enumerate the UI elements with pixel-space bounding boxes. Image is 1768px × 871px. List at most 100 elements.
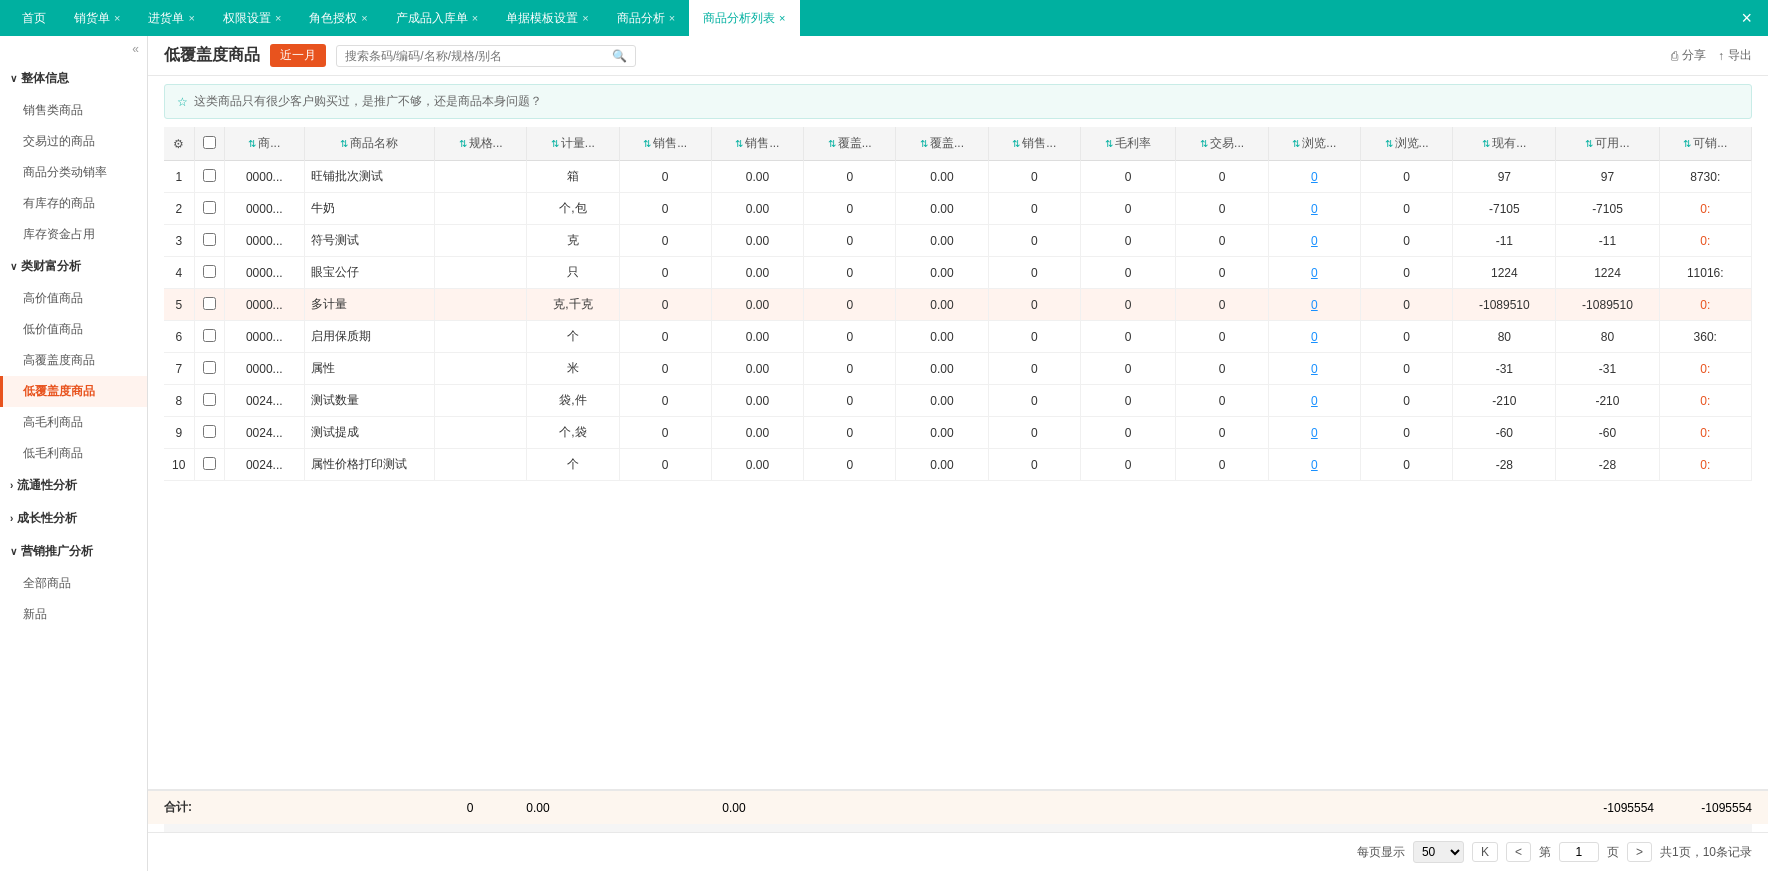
row-view1[interactable]: 0 (1268, 225, 1360, 257)
sidebar-item-low-margin[interactable]: 低毛利商品 (0, 438, 147, 469)
nav-purchase-order[interactable]: 进货单 × (134, 0, 208, 36)
sidebar-section-growth[interactable]: › 成长性分析 (0, 502, 147, 535)
close-icon[interactable]: × (472, 0, 478, 36)
col-sales1: ⇅销售... (619, 127, 711, 161)
sidebar-item-high-margin[interactable]: 高毛利商品 (0, 407, 147, 438)
row-trade: 0 (1176, 257, 1268, 289)
row-select-checkbox[interactable] (203, 169, 216, 182)
table-row: 60000...启用保质期个00.0000.00000008080360: (164, 321, 1752, 353)
row-checkbox[interactable] (194, 193, 224, 225)
gear-icon[interactable]: ⚙ (173, 137, 184, 151)
nav-product-analysis[interactable]: 商品分析 × (603, 0, 689, 36)
nav-template-settings[interactable]: 单据模板设置 × (492, 0, 602, 36)
sidebar-item-traded-products[interactable]: 交易过的商品 (0, 126, 147, 157)
sidebar-collapse-button[interactable]: « (0, 36, 147, 62)
close-icon[interactable]: × (669, 0, 675, 36)
row-select-checkbox[interactable] (203, 297, 216, 310)
horizontal-scrollbar[interactable] (164, 824, 1752, 832)
select-all-checkbox[interactable] (203, 136, 216, 149)
search-box[interactable]: 🔍 (336, 45, 636, 67)
row-view1[interactable]: 0 (1268, 193, 1360, 225)
row-view1[interactable]: 0 (1268, 353, 1360, 385)
nav-product-warehouse[interactable]: 产成品入库单 × (382, 0, 492, 36)
page-number-input[interactable] (1559, 842, 1599, 862)
row-select-checkbox[interactable] (203, 265, 216, 278)
next-page-button[interactable]: > (1627, 842, 1652, 862)
row-stock3: 0: (1659, 289, 1751, 321)
row-checkbox[interactable] (194, 257, 224, 289)
time-filter-button[interactable]: 近一月 (270, 44, 326, 67)
row-name: 测试数量 (304, 385, 434, 417)
row-name: 测试提成 (304, 417, 434, 449)
sidebar-section-overview[interactable]: ∨ 整体信息 (0, 62, 147, 95)
sidebar-item-inventory-capital[interactable]: 库存资金占用 (0, 219, 147, 250)
row-select-checkbox[interactable] (203, 233, 216, 246)
row-view1[interactable]: 0 (1268, 321, 1360, 353)
col-gear[interactable]: ⚙ (164, 127, 194, 161)
row-checkbox[interactable] (194, 289, 224, 321)
row-select-checkbox[interactable] (203, 425, 216, 438)
sidebar-item-all-products[interactable]: 全部商品 (0, 568, 147, 599)
first-page-button[interactable]: K (1472, 842, 1498, 862)
row-checkbox[interactable] (194, 225, 224, 257)
close-icon[interactable]: × (361, 0, 367, 36)
close-all-button[interactable]: × (1733, 8, 1760, 29)
prev-page-button[interactable]: < (1506, 842, 1531, 862)
sidebar-item-new-products[interactable]: 新品 (0, 599, 147, 630)
row-select-checkbox[interactable] (203, 201, 216, 214)
row-stock1: -11 (1453, 225, 1556, 257)
row-select-checkbox[interactable] (203, 361, 216, 374)
col-checkbox[interactable] (194, 127, 224, 161)
row-view1[interactable]: 0 (1268, 257, 1360, 289)
sidebar-section-marketing[interactable]: ∨ 营销推广分析 (0, 535, 147, 568)
nav-role-auth[interactable]: 角色授权 × (295, 0, 381, 36)
sidebar-item-low-coverage[interactable]: 低覆盖度商品 (0, 376, 147, 407)
row-checkbox[interactable] (194, 385, 224, 417)
row-checkbox[interactable] (194, 321, 224, 353)
close-icon[interactable]: × (582, 0, 588, 36)
sidebar-item-in-stock[interactable]: 有库存的商品 (0, 188, 147, 219)
row-view1[interactable]: 0 (1268, 289, 1360, 321)
row-checkbox[interactable] (194, 449, 224, 481)
row-checkbox[interactable] (194, 353, 224, 385)
export-button[interactable]: ↑ 导出 (1718, 47, 1752, 64)
sidebar-item-low-value[interactable]: 低价值商品 (0, 314, 147, 345)
sidebar-item-high-value[interactable]: 高价值商品 (0, 283, 147, 314)
row-checkbox[interactable] (194, 417, 224, 449)
row-select-checkbox[interactable] (203, 457, 216, 470)
row-sales1: 0 (619, 417, 711, 449)
row-select-checkbox[interactable] (203, 393, 216, 406)
row-view1[interactable]: 0 (1268, 161, 1360, 193)
nav-product-analysis-list[interactable]: 商品分析列表 × (689, 0, 799, 36)
row-cover2: 0.00 (896, 257, 988, 289)
close-icon[interactable]: × (188, 0, 194, 36)
row-view2: 0 (1360, 449, 1452, 481)
row-select-checkbox[interactable] (203, 329, 216, 342)
per-page-select[interactable]: 50 100 200 (1413, 841, 1464, 863)
row-view1[interactable]: 0 (1268, 417, 1360, 449)
sidebar-item-category-turnover[interactable]: 商品分类动销率 (0, 157, 147, 188)
nav-home[interactable]: 首页 (8, 0, 60, 36)
row-checkbox[interactable] (194, 161, 224, 193)
sidebar-item-high-coverage[interactable]: 高覆盖度商品 (0, 345, 147, 376)
row-stock1: 80 (1453, 321, 1556, 353)
close-icon[interactable]: × (779, 0, 785, 36)
pagination-bar: 每页显示 50 100 200 K < 第 页 > 共1页，10条记录 (148, 832, 1768, 871)
row-cover1: 0 (804, 289, 896, 321)
row-sales1: 0 (619, 257, 711, 289)
search-input[interactable] (345, 49, 608, 63)
close-icon[interactable]: × (275, 0, 281, 36)
share-button[interactable]: ⎙ 分享 (1671, 47, 1706, 64)
close-icon[interactable]: × (114, 0, 120, 36)
row-view1[interactable]: 0 (1268, 385, 1360, 417)
sidebar-item-sales-products[interactable]: 销售类商品 (0, 95, 147, 126)
sidebar-section-liquidity[interactable]: › 流通性分析 (0, 469, 147, 502)
nav-sales-order[interactable]: 销货单 × (60, 0, 134, 36)
search-icon[interactable]: 🔍 (612, 49, 627, 63)
row-num: 10 (164, 449, 194, 481)
row-view1[interactable]: 0 (1268, 449, 1360, 481)
row-sales3: 0 (988, 225, 1080, 257)
nav-permissions[interactable]: 权限设置 × (209, 0, 295, 36)
sidebar-section-wealth[interactable]: ∨ 类财富分析 (0, 250, 147, 283)
row-stock1: -60 (1453, 417, 1556, 449)
